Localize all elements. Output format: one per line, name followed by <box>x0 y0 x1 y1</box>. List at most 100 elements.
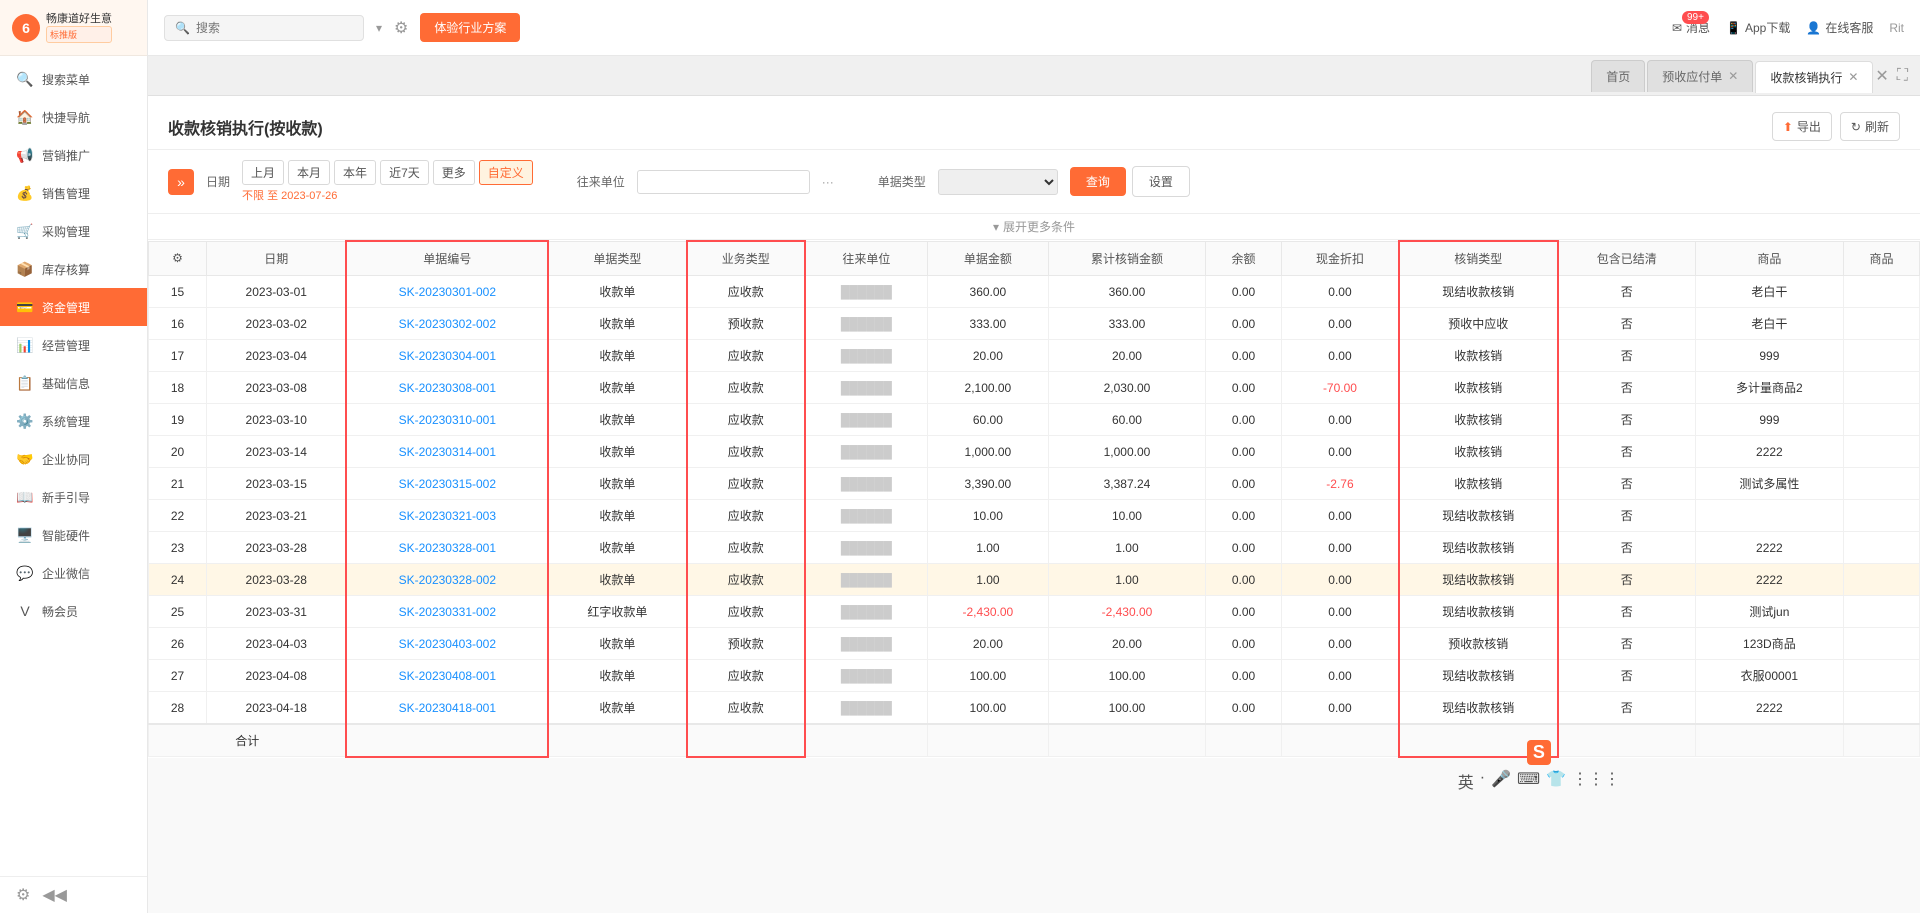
voucher-link[interactable]: SK-20230328-001 <box>399 541 496 555</box>
app-download-action[interactable]: 📱 App下载 <box>1726 19 1790 36</box>
search-input[interactable] <box>196 21 353 35</box>
sidebar-item-wechat[interactable]: 💬 企业微信 <box>0 554 147 592</box>
voucher-link[interactable]: SK-20230321-003 <box>399 509 496 523</box>
sidebar-item-enterprise[interactable]: 🤝 企业协同 <box>0 440 147 478</box>
filter-toggle-button[interactable]: » <box>168 169 194 195</box>
cell-date: 2023-04-18 <box>207 692 347 725</box>
cell-voucher-type: 收款单 <box>548 372 687 404</box>
main-area: 🔍 ▾ ⚙ 体验行业方案 ✉ 消息 99+ 📱 App下载 👤 在线客服 Rit <box>148 0 1920 913</box>
header-row: ⚙ 日期 单据编号 单据类型 业务类型 往来单位 单据金额 累计核销金额 余额 … <box>149 241 1920 276</box>
col-settings[interactable]: ⚙ <box>149 241 207 276</box>
voucher-link[interactable]: SK-20230310-001 <box>399 413 496 427</box>
refresh-button[interactable]: ↻ 刷新 <box>1840 112 1900 141</box>
voucher-link[interactable]: SK-20230403-002 <box>399 637 496 651</box>
logo-text: 畅康道好生意 标推版 <box>46 12 112 43</box>
voucher-link[interactable]: SK-20230302-002 <box>399 317 496 331</box>
watermark-icon-4: ⌨ <box>1517 769 1540 793</box>
footer-balance <box>1206 724 1282 757</box>
query-button[interactable]: 查询 <box>1070 167 1126 196</box>
cell-voucher-no: SK-20230408-001 <box>346 660 548 692</box>
cell-product2 <box>1843 436 1919 468</box>
voucher-link[interactable]: SK-20230315-002 <box>399 477 496 491</box>
more-date-btn[interactable]: 更多 <box>433 160 475 185</box>
tab-close-payment-exec[interactable]: ✕ <box>1848 70 1858 84</box>
sidebar-item-member[interactable]: V 畅会员 <box>0 592 147 630</box>
cell-seq: 15 <box>149 276 207 308</box>
tab-home[interactable]: 首页 <box>1591 60 1645 92</box>
sidebar-icon-marketing: 📢 <box>16 146 34 164</box>
tab-pending-payment[interactable]: 预收应付单✕ <box>1647 60 1753 92</box>
tab-close-pending-payment[interactable]: ✕ <box>1728 69 1738 83</box>
watermark-icon-5: 👕 <box>1546 769 1566 793</box>
sidebar-item-inventory[interactable]: 📦 库存核算 <box>0 250 147 288</box>
last-month-btn[interactable]: 上月 <box>242 160 284 185</box>
sidebar-item-finance[interactable]: 💳 资金管理 <box>0 288 147 326</box>
close-tab-icon[interactable]: ✕ <box>1875 66 1888 86</box>
footer-voucher-no <box>346 724 548 757</box>
voucher-link[interactable]: SK-20230328-002 <box>399 573 496 587</box>
sidebar-item-marketing[interactable]: 📢 营销推广 <box>0 136 147 174</box>
sidebar-item-quick-nav[interactable]: 🏠 快捷导航 <box>0 98 147 136</box>
cell-total-cancel: -2,430.00 <box>1048 596 1205 628</box>
settings-gear-icon[interactable]: ⚙ <box>394 18 408 38</box>
tab-payment-exec[interactable]: 收款核销执行✕ <box>1755 61 1873 93</box>
voucher-type-select[interactable] <box>938 169 1058 195</box>
message-action[interactable]: ✉ 消息 99+ <box>1672 19 1710 36</box>
cell-product2 <box>1843 340 1919 372</box>
sidebar-item-sales[interactable]: 💰 销售管理 <box>0 174 147 212</box>
more-filter-icon[interactable]: ··· <box>822 175 834 189</box>
sidebar-item-search[interactable]: 🔍 搜索菜单 <box>0 60 147 98</box>
footer-total-cancel <box>1048 724 1205 757</box>
sidebar-icon-sales: 💰 <box>16 184 34 202</box>
filter-date-buttons: 上月 本月 本年 近7天 更多 自定义 <box>242 160 533 185</box>
cell-biz-type: 应收款 <box>687 596 805 628</box>
sidebar-item-guide[interactable]: 📖 新手引导 <box>0 478 147 516</box>
voucher-link[interactable]: SK-20230314-001 <box>399 445 496 459</box>
user-text[interactable]: Rit <box>1889 21 1904 35</box>
industry-solution-button[interactable]: 体验行业方案 <box>420 13 520 42</box>
col-product: 商品 <box>1695 241 1843 276</box>
voucher-link[interactable]: SK-20230418-001 <box>399 701 496 715</box>
sidebar-item-operation[interactable]: 📊 经营管理 <box>0 326 147 364</box>
service-action[interactable]: 👤 在线客服 <box>1806 19 1873 36</box>
collapse-icon[interactable]: ◀◀ <box>42 885 67 905</box>
settings-icon[interactable]: ⚙ <box>16 885 30 905</box>
voucher-link[interactable]: SK-20230308-001 <box>399 381 496 395</box>
cell-partner: ██████ <box>805 532 927 564</box>
voucher-link[interactable]: SK-20230301-002 <box>399 285 496 299</box>
cell-voucher-type: 收款单 <box>548 468 687 500</box>
this-month-btn[interactable]: 本月 <box>288 160 330 185</box>
topbar: 🔍 ▾ ⚙ 体验行业方案 ✉ 消息 99+ 📱 App下载 👤 在线客服 Rit <box>148 0 1920 56</box>
voucher-link[interactable]: SK-20230304-001 <box>399 349 496 363</box>
search-dropdown-icon[interactable]: ▾ <box>376 21 382 35</box>
settings-button[interactable]: 设置 <box>1132 166 1190 197</box>
sidebar-item-purchase[interactable]: 🛒 采购管理 <box>0 212 147 250</box>
voucher-link[interactable]: SK-20230331-002 <box>399 605 496 619</box>
export-button[interactable]: ⬆ 导出 <box>1772 112 1832 141</box>
last-7-days-btn[interactable]: 近7天 <box>380 160 429 185</box>
topbar-search-box[interactable]: 🔍 <box>164 15 364 41</box>
cell-partner: ██████ <box>805 660 927 692</box>
cell-include-settled: 否 <box>1558 276 1696 308</box>
sidebar-item-system[interactable]: ⚙️ 系统管理 <box>0 402 147 440</box>
custom-date-btn[interactable]: 自定义 <box>479 160 533 185</box>
cell-balance: 0.00 <box>1206 692 1282 725</box>
expand-button[interactable]: ▾ 展开更多条件 <box>993 218 1075 235</box>
sidebar-item-hardware[interactable]: 🖥️ 智能硬件 <box>0 516 147 554</box>
cell-product: 2222 <box>1695 436 1843 468</box>
maximize-icon[interactable]: ⛶ <box>1897 67 1908 85</box>
date-filter-label: 日期 <box>206 173 230 190</box>
voucher-link[interactable]: SK-20230408-001 <box>399 669 496 683</box>
cell-voucher-type: 收款单 <box>548 404 687 436</box>
partner-input[interactable] <box>637 170 810 194</box>
col-include-settled: 包含已结清 <box>1558 241 1696 276</box>
this-year-btn[interactable]: 本年 <box>334 160 376 185</box>
cell-include-settled: 否 <box>1558 340 1696 372</box>
cell-product2 <box>1843 596 1919 628</box>
sidebar-item-basic[interactable]: 📋 基础信息 <box>0 364 147 402</box>
cell-include-settled: 否 <box>1558 628 1696 660</box>
cell-cash-discount: 0.00 <box>1282 340 1399 372</box>
cell-seq: 17 <box>149 340 207 372</box>
cell-product2 <box>1843 404 1919 436</box>
cell-partner: ██████ <box>805 308 927 340</box>
